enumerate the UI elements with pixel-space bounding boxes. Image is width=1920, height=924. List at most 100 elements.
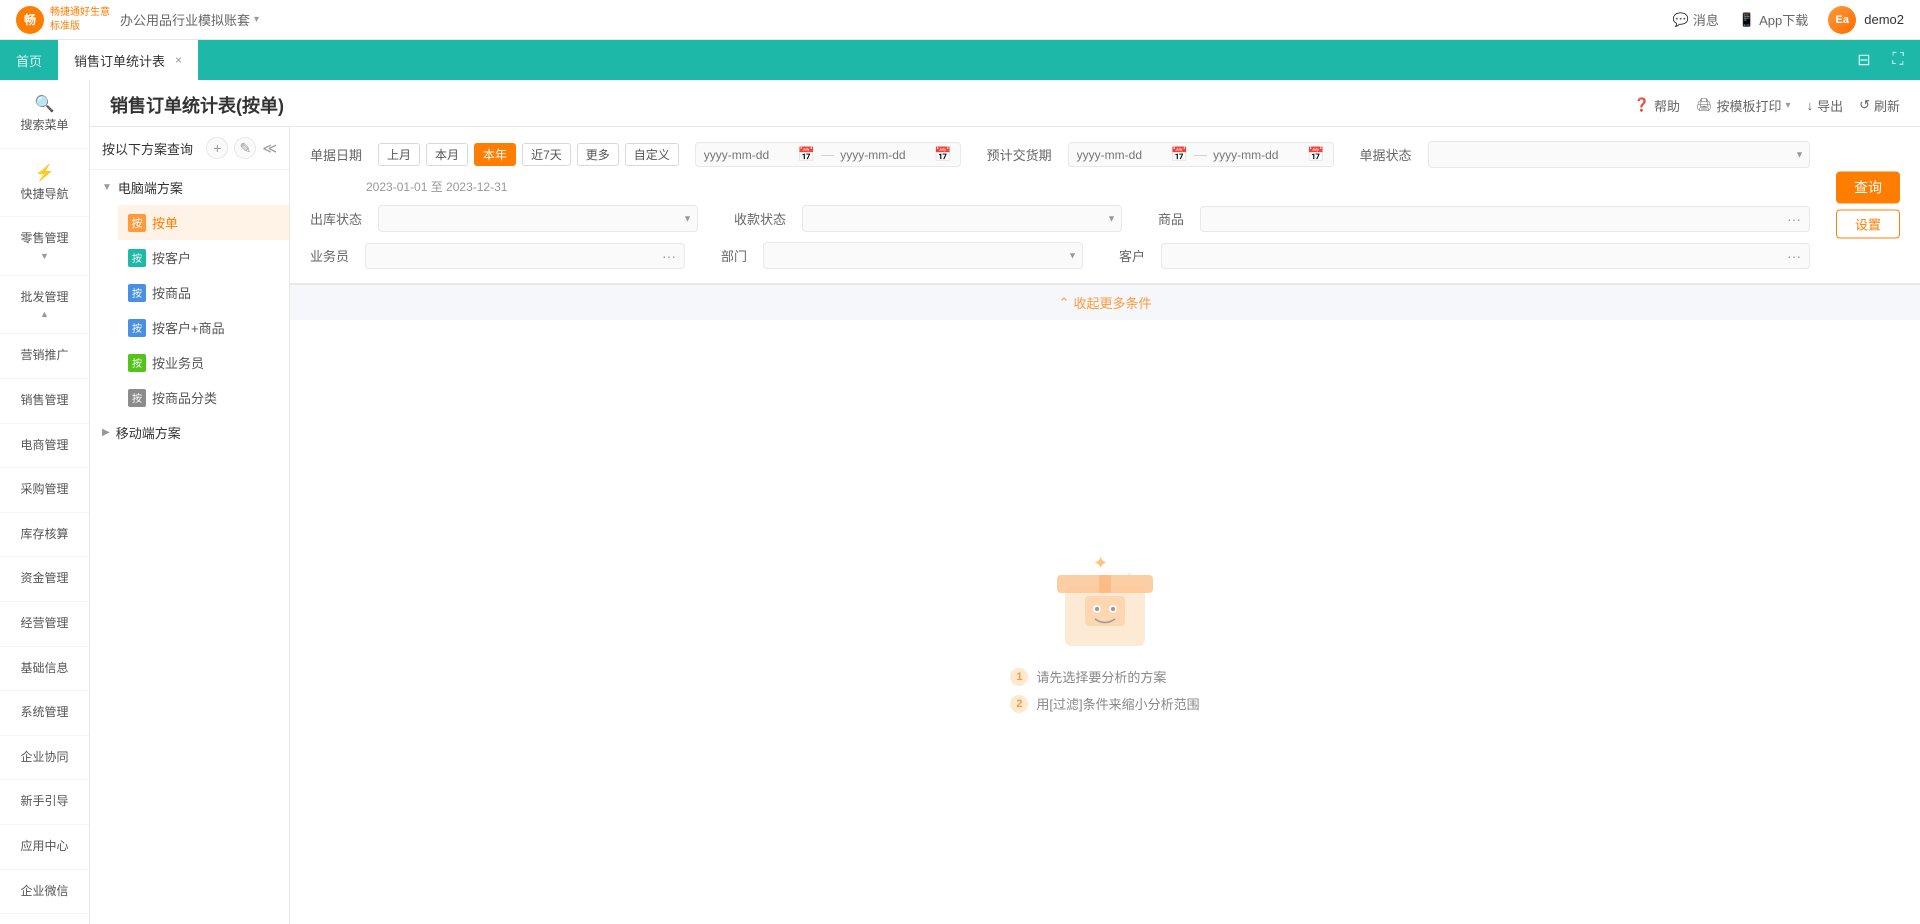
logo-initials: 畅 [24,11,36,28]
sidebar-item-enterprise-coop[interactable]: 企业协同 [0,736,89,781]
sidebar-item-purchase-mgmt[interactable]: 采购管理 [0,468,89,513]
payment-status-select[interactable] [802,205,1122,232]
sidebar-item-enterprise-wechat[interactable]: 企业微信 [0,870,89,915]
tree-pc-label: 电脑端方案 [118,178,183,197]
tab-active[interactable]: 销售订单统计表 × [58,40,198,80]
empty-hint-1: 1 请先选择要分析的方案 [1010,667,1199,686]
sidebar-item-member[interactable]: 畅会员 [0,914,89,924]
sidebar-item-system-mgmt[interactable]: 系统管理 [0,691,89,736]
node-icon-by-product: 按 [128,284,146,302]
collapse-conditions-button[interactable]: ⌃ 收起更多条件 [290,284,1920,320]
tree-node-by-customer[interactable]: 按 按客户 [118,240,289,275]
help-action[interactable]: ❓ 帮助 [1634,96,1680,115]
sidebar-item-operations-mgmt[interactable]: 经营管理 [0,602,89,647]
sidebar-item-new-guide[interactable]: 新手引导 [0,780,89,825]
panel-header-title: 按以下方案查询 [102,139,193,158]
sidebar-system-label: 系统管理 [20,705,68,721]
tree-node-by-product-category[interactable]: 按 按商品分类 [118,380,289,415]
tab-home[interactable]: 首页 [0,40,58,80]
sidebar-item-quick-nav[interactable]: ⚡ 快捷导航 [0,149,89,218]
sidebar-item-basic-info[interactable]: 基础信息 [0,647,89,692]
app-download-icon: 📱 [1739,12,1755,28]
refresh-action[interactable]: ↺ 刷新 [1859,96,1900,115]
shortcut-more[interactable]: 更多 [577,143,619,166]
node-icon-by-order: 按 [128,214,146,232]
edit-scheme-button[interactable]: ✎ [234,137,256,159]
calendar-start-icon[interactable]: 📅 [798,146,815,163]
date-start-input[interactable] [704,148,792,162]
tree-node-by-order-label: 按单 [152,213,178,232]
tree-node-by-customer-product-label: 按客户+商品 [152,318,225,337]
tree-parent-mobile[interactable]: ▶ 移动端方案 [90,415,289,450]
calendar-end-icon[interactable]: 📅 [934,146,951,163]
date-label: 单据日期 [310,145,362,164]
sidebar-item-sales-mgmt[interactable]: 销售管理 [0,379,89,424]
node-icon-by-salesperson: 按 [128,354,146,372]
empty-hint-2-text: 用[过滤]条件来缩小分析范围 [1036,694,1199,713]
estimated-start-input[interactable] [1077,148,1165,162]
customer-input[interactable] [1170,248,1787,263]
estimated-end-input[interactable] [1213,148,1301,162]
tree-parent-pc[interactable]: ▼ 电脑端方案 [90,170,289,205]
sidebar-item-ecommerce-mgmt[interactable]: 电商管理 [0,424,89,469]
est-calendar-end-icon[interactable]: 📅 [1307,146,1324,163]
product-label: 商品 [1158,209,1184,228]
shipment-status-select[interactable] [378,205,698,232]
sidebar-item-app-center[interactable]: 应用中心 [0,825,89,870]
workspace-selector[interactable]: 办公用品行业模拟账套 ▾ [120,10,259,29]
message-action[interactable]: 💬 消息 [1673,10,1719,29]
collapse-up-icon: ⌃ [1059,295,1070,311]
shortcut-last-7-days[interactable]: 近7天 [522,143,571,166]
salesperson-dots-icon[interactable]: ··· [662,248,676,264]
tab-fullscreen-button[interactable]: ⛶ [1884,46,1912,74]
sidebar-item-marketing[interactable]: 营销推广 [0,334,89,379]
tree-node-by-order[interactable]: 按 按单 [118,205,289,240]
set-button[interactable]: 设置 [1836,210,1900,239]
shortcut-custom[interactable]: 自定义 [625,143,679,166]
app-download-action[interactable]: 📱 App下载 [1739,10,1808,29]
order-status-select[interactable] [1428,141,1810,168]
shortcut-this-month[interactable]: 本月 [426,143,468,166]
tree-node-by-product-category-label: 按商品分类 [152,388,217,407]
export-action[interactable]: ↓ 导出 [1807,96,1844,115]
sidebar-item-search-menu[interactable]: 🔍 搜索菜单 [0,80,89,149]
customer-dots-icon[interactable]: ··· [1787,248,1801,264]
sidebar-item-quick-nav-label: 快捷导航 [20,187,68,203]
search-menu-icon: 🔍 [35,94,55,114]
tree-node-by-product[interactable]: 按 按商品 [118,275,289,310]
shortcut-this-year[interactable]: 本年 [474,143,516,166]
sidebar-basic-label: 基础信息 [20,661,68,677]
add-scheme-button[interactable]: + [206,137,228,159]
sidebar-item-wholesale-mgmt[interactable]: 批发管理 ▲ [0,276,89,335]
date-end-input[interactable] [840,148,928,162]
print-icon: 🖨 [1696,97,1713,113]
department-select[interactable] [763,242,1083,269]
sidebar-item-finance-mgmt[interactable]: 资金管理 [0,557,89,602]
tree-node-by-customer-product[interactable]: 按 按客户+商品 [118,310,289,345]
est-calendar-start-icon[interactable]: 📅 [1171,146,1188,163]
user-name: demo2 [1864,12,1904,27]
shortcut-last-month[interactable]: 上月 [378,143,420,166]
tree-node-by-salesperson[interactable]: 按 按业务员 [118,345,289,380]
sidebar-enterprise-label: 企业协同 [20,750,68,766]
sidebar-wechat-label: 企业微信 [20,884,68,900]
product-input[interactable] [1209,211,1787,226]
user-area[interactable]: Ea demo2 [1828,6,1904,34]
sidebar-operations-label: 经营管理 [20,616,68,632]
salesperson-input[interactable] [374,248,662,263]
page-title: 销售订单统计表(按单) [110,92,284,118]
query-button[interactable]: 查询 [1836,172,1900,204]
hint-num-2: 2 [1010,695,1028,713]
logo-icon: 畅 [16,6,44,34]
sidebar-item-inventory[interactable]: 库存核算 [0,513,89,558]
template-print-action[interactable]: 🖨 按模板打印 ▾ [1696,96,1791,115]
tab-close-icon[interactable]: × [175,53,182,67]
refresh-label: 刷新 [1874,96,1900,115]
collapse-panel-button[interactable]: ≪ [262,140,277,157]
help-icon: ❓ [1634,97,1650,113]
product-dots-icon[interactable]: ··· [1787,211,1801,227]
tab-minimize-button[interactable]: ⊟ [1850,46,1878,74]
right-panel: 单据日期 上月 本月 本年 近7天 更多 自定义 📅 — [290,127,1920,924]
shipment-status-label: 出库状态 [310,209,362,228]
sidebar-item-retail-mgmt[interactable]: 零售管理 ▼ [0,217,89,276]
